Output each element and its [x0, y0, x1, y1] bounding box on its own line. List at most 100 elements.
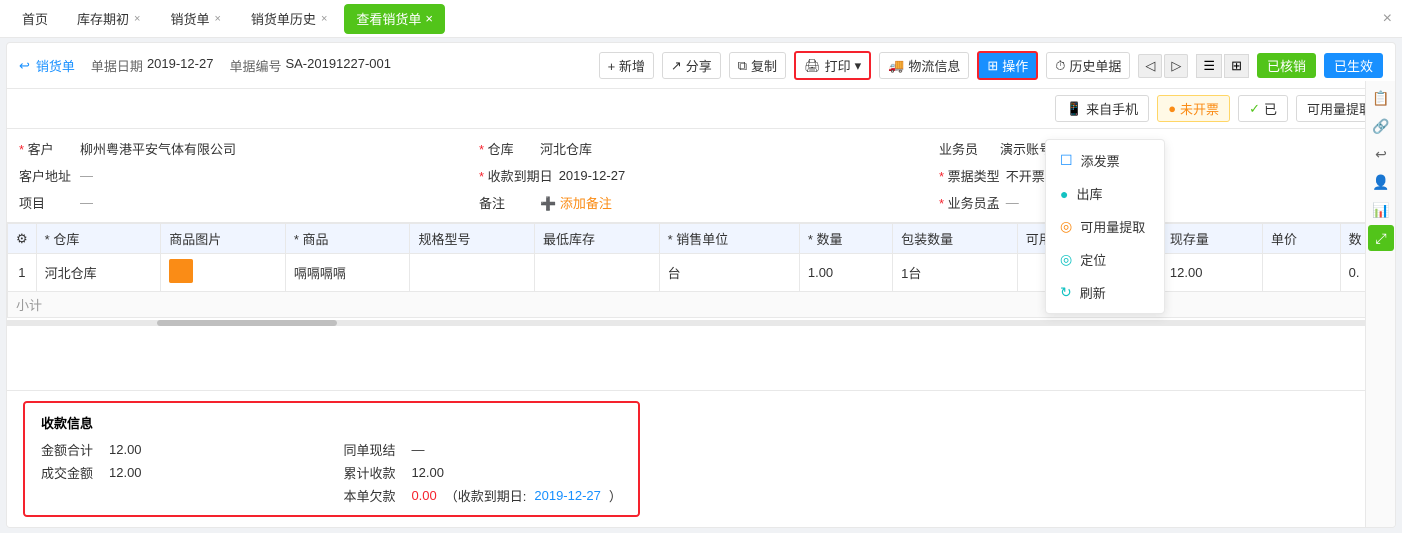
new-label: + 新增	[608, 56, 645, 75]
list-view-button[interactable]: ☰	[1196, 54, 1222, 78]
available-qty-icon: ◎	[1060, 218, 1072, 235]
row-number: 1	[8, 254, 37, 292]
share-button[interactable]: ↗ 分享	[662, 52, 721, 79]
copy-button[interactable]: ⧉ 复制	[729, 52, 786, 79]
due-date-label: 收款到期日	[479, 166, 553, 185]
sidebar-icon-expand[interactable]: ⤢	[1368, 225, 1394, 251]
sidebar-icon-1[interactable]: 📋	[1368, 85, 1394, 111]
tab-sales-history[interactable]: 销货单历史 ×	[238, 2, 340, 36]
table-header-row: ⚙ * 仓库 商品图片 * 商品 规格型号 最低库存 * 销售单位 * 数量 包…	[8, 224, 1395, 254]
warehouse-label: 仓库	[479, 139, 534, 158]
owed-end: ）	[609, 486, 622, 505]
warehouse-field: 仓库 河北仓库	[479, 139, 923, 158]
row-min-stock	[535, 254, 660, 292]
copy-label: 复制	[751, 56, 777, 75]
available-qty-item[interactable]: ◎ 可用量提取	[1046, 210, 1164, 243]
data-table: ⚙ * 仓库 商品图片 * 商品 规格型号 最低库存 * 销售单位 * 数量 包…	[7, 223, 1395, 318]
sidebar-icon-2[interactable]: 🔗	[1368, 113, 1394, 139]
col-pkg-qty: 包装数量	[893, 224, 1018, 254]
product-image	[169, 259, 193, 283]
row-product: 嗝嗝嗝嗝	[285, 254, 410, 292]
subtotal-row: 小计	[8, 292, 1395, 318]
tab-sales-history-label: 销货单历史	[251, 9, 316, 28]
cumulative-payment-row: 累计收款 12.00	[343, 463, 621, 482]
sidebar-icon-4[interactable]: 👤	[1368, 169, 1394, 195]
col-settings[interactable]: ⚙	[8, 224, 37, 254]
print-button[interactable]: 🖨 打印 ▾	[794, 51, 871, 80]
tab-sales[interactable]: 销货单 ×	[157, 2, 233, 36]
due-date-field: 收款到期日 2019-12-27	[479, 166, 923, 185]
add-note-label: 添加备注	[560, 196, 612, 211]
sidebar-icon-5[interactable]: 📊	[1368, 197, 1394, 223]
status-checked-badge: 已核销	[1257, 53, 1316, 78]
number-label: 单据编号	[229, 56, 281, 75]
from-phone-button[interactable]: 📱 来自手机	[1055, 95, 1149, 122]
not-open-button[interactable]: ● 未开票	[1157, 95, 1230, 122]
logistics-button[interactable]: 🚚 物流信息	[879, 52, 969, 79]
address-label: 客户地址	[19, 166, 74, 185]
tab-inventory-label: 库存期初	[77, 9, 129, 28]
refresh-label: 刷新	[1080, 283, 1106, 302]
order-owed-row: 本单欠款 0.00 （收款到期日: 2019-12-27 ）	[343, 486, 621, 505]
right-sidebar: 📋 🔗 ↩ 👤 📊 ⤢	[1365, 81, 1395, 527]
sidebar-icon-3[interactable]: ↩	[1368, 141, 1394, 167]
col-product-img: 商品图片	[161, 224, 286, 254]
doc-number: 单据编号 SA-20191227-001	[229, 56, 391, 75]
view-toggle: ☰ ⊞	[1196, 54, 1249, 78]
address-field: 客户地址 —	[19, 166, 463, 185]
date-value: 2019-12-27	[147, 56, 214, 75]
date-label: 单据日期	[91, 56, 143, 75]
payment-info-grid: 金额合计 12.00 同单现结 — 成交金额 12.00 累计收款 12.00	[41, 440, 622, 505]
outbound-label: 出库	[1076, 184, 1102, 203]
new-button[interactable]: + 新增	[599, 52, 654, 79]
cumulative-value: 12.00	[411, 465, 444, 480]
note-field: 备注 ➕ 添加备注	[479, 193, 923, 212]
copy-icon: ⧉	[738, 58, 747, 74]
main-area: ↩ 销货单 单据日期 2019-12-27 单据编号 SA-20191227-0…	[6, 42, 1396, 528]
project-field: 项目 —	[19, 193, 463, 212]
tab-sales-label: 销货单	[170, 9, 209, 28]
operate-button[interactable]: ⊞ 操作	[977, 51, 1038, 80]
next-button[interactable]: ▷	[1164, 54, 1188, 78]
history-label: 历史单据	[1069, 56, 1121, 75]
owed-label: 本单欠款	[343, 486, 403, 505]
row-price	[1263, 254, 1341, 292]
history-button[interactable]: ⏱ 历史单据	[1046, 52, 1130, 79]
owed-suffix: （收款到期日:	[445, 486, 527, 505]
grid-view-button[interactable]: ⊞	[1224, 54, 1249, 78]
locate-label: 定位	[1080, 250, 1106, 269]
add-note-button[interactable]: ➕ 添加备注	[540, 193, 612, 212]
same-order-value: —	[411, 442, 424, 457]
quantity-label: 可用量提取	[1307, 99, 1372, 118]
refresh-item[interactable]: ↻ 刷新	[1046, 276, 1164, 309]
tab-view-sales-close[interactable]: ×	[425, 11, 433, 26]
add-invoice-item[interactable]: ☐ 添发票	[1046, 144, 1164, 177]
tab-bar-close[interactable]: ×	[1383, 10, 1392, 28]
check-button[interactable]: ✓ 已	[1238, 95, 1288, 122]
locate-item[interactable]: ◎ 定位	[1046, 243, 1164, 276]
row-pkg-qty: 1台	[893, 254, 1018, 292]
tab-home[interactable]: 首页	[10, 3, 60, 34]
total-value: 12.00	[109, 442, 142, 457]
prev-button[interactable]: ◁	[1138, 54, 1162, 78]
cumulative-label: 累计收款	[343, 463, 403, 482]
staff-label: 业务员	[939, 139, 994, 158]
outbound-item[interactable]: ● 出库	[1046, 177, 1164, 210]
operate-grid-icon: ⊞	[987, 58, 998, 74]
project-value: —	[80, 195, 93, 210]
tab-sales-close[interactable]: ×	[214, 13, 220, 25]
tab-sales-history-close[interactable]: ×	[321, 13, 327, 25]
tab-view-sales[interactable]: 查看销货单 ×	[344, 4, 445, 34]
available-qty-label: 可用量提取	[1080, 217, 1145, 236]
operate-label: 操作	[1002, 56, 1028, 75]
row-spec	[410, 254, 535, 292]
tab-inventory-close[interactable]: ×	[134, 13, 140, 25]
col-min-stock: 最低库存	[535, 224, 660, 254]
col-spec: 规格型号	[410, 224, 535, 254]
col-warehouse: * 仓库	[36, 224, 161, 254]
tab-view-sales-label: 查看销货单	[356, 9, 421, 28]
outbound-icon: ●	[1060, 186, 1068, 202]
subtotal-label: 小计	[8, 292, 1395, 318]
phone-icon: 📱	[1066, 101, 1082, 117]
tab-inventory[interactable]: 库存期初 ×	[64, 2, 153, 36]
